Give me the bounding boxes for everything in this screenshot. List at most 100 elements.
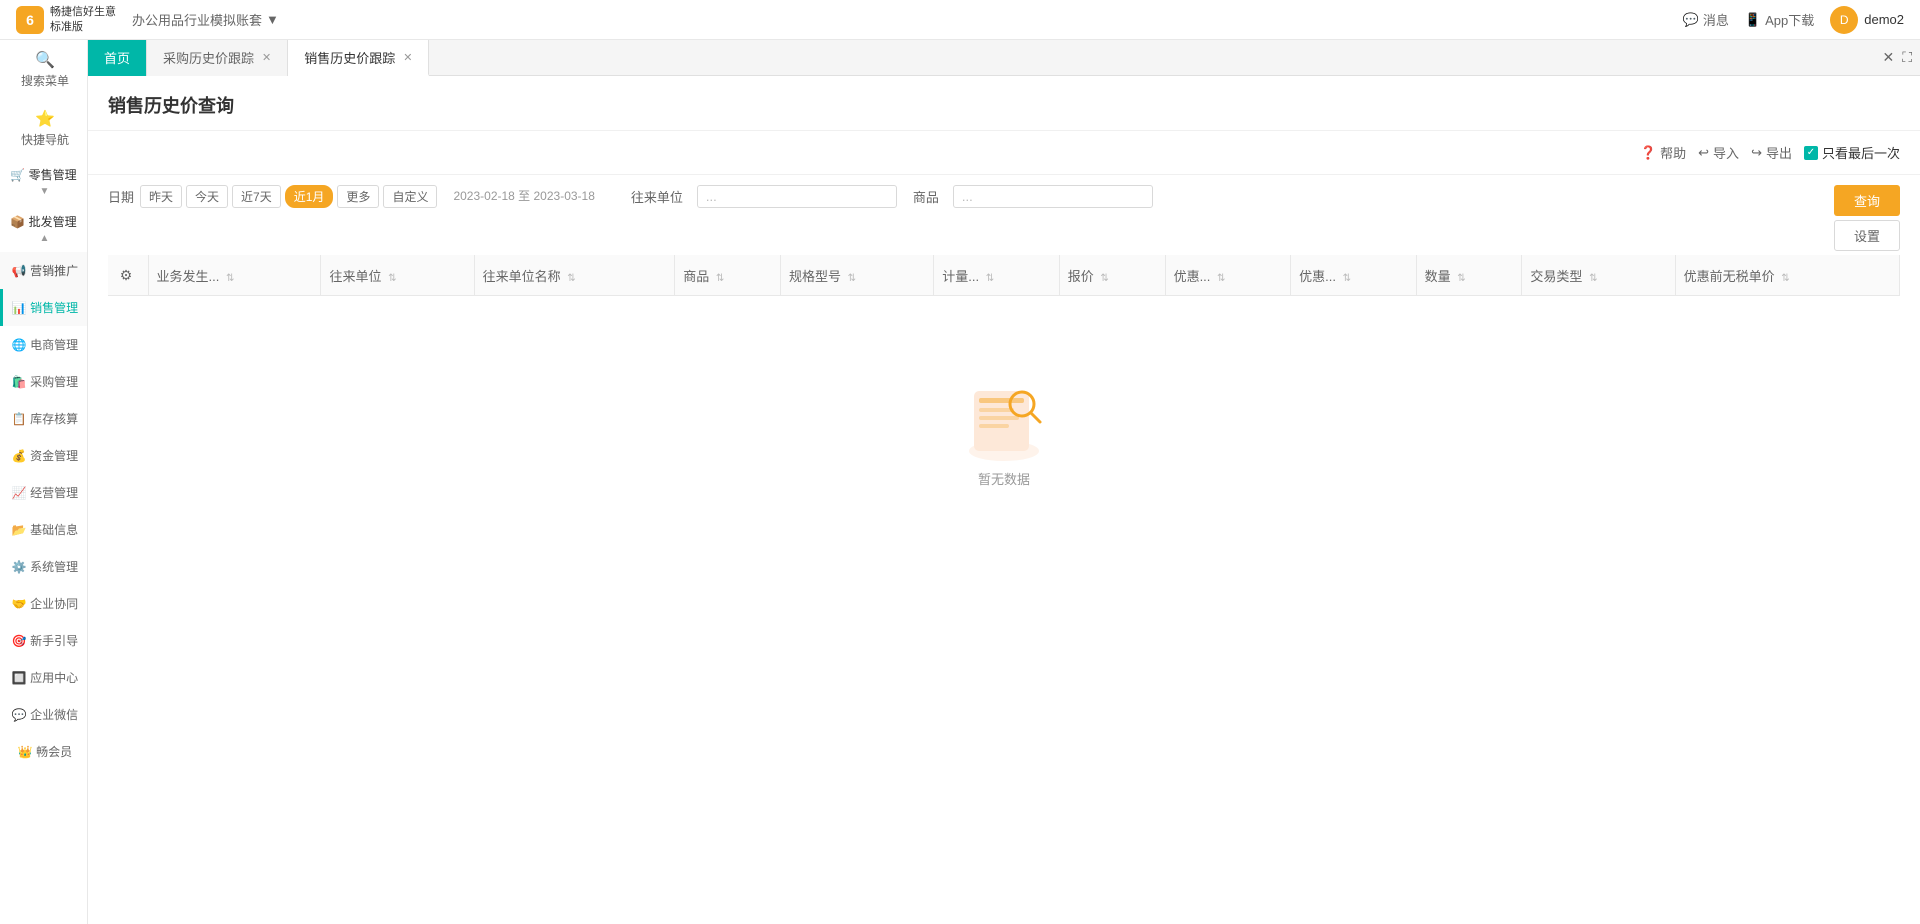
date-btn-7days[interactable]: 近7天 xyxy=(232,185,281,208)
sidebar-item-inventory[interactable]: 📋 库存核算 xyxy=(0,400,87,437)
counterparty-input[interactable]: ... xyxy=(697,185,897,208)
counterparty-filter: 往来单位 ... xyxy=(631,185,897,208)
col-counterparty-code[interactable]: 往来单位 ⇅ xyxy=(321,255,474,296)
sidebar: 🔍 搜索菜单 ⭐ 快捷导航 🛒 零售管理 ▼ 📦 批发管理 ▲ 📢 营销推广 📊… xyxy=(0,40,88,924)
sidebar-item-purchase[interactable]: 🛍️ 采购管理 xyxy=(0,363,87,400)
only-last-checkbox-label[interactable]: ✓ 只看最后一次 xyxy=(1804,143,1900,162)
sort-icon: ⇅ xyxy=(1217,273,1225,284)
content-area: 首页 采购历史价跟踪 ✕ 销售历史价跟踪 ✕ ✕ ⛶ 销售历史价查询 xyxy=(88,40,1920,924)
col-price[interactable]: 报价 ⇅ xyxy=(1059,255,1165,296)
help-button[interactable]: ❓ 帮助 xyxy=(1640,143,1686,162)
export-button[interactable]: ↪ 导出 xyxy=(1751,143,1792,162)
app-selector[interactable]: 办公用品行业模拟账套 ▼ xyxy=(124,6,287,33)
user-area[interactable]: D demo2 xyxy=(1830,6,1904,34)
sort-icon: ⇅ xyxy=(1781,273,1789,284)
sidebar-item-operations[interactable]: 📈 经营管理 xyxy=(0,474,87,511)
date-btn-more[interactable]: 更多 xyxy=(337,185,379,208)
sidebar-item-enterprise[interactable]: 🤝 企业协同 xyxy=(0,585,87,622)
chevron-up-icon: ▲ xyxy=(40,233,50,244)
sort-icon: ⇅ xyxy=(1457,273,1465,284)
top-bar-right: 💬 消息 📱 App下载 D demo2 xyxy=(1683,6,1904,34)
app-download-action[interactable]: 📱 App下载 xyxy=(1745,10,1814,29)
settings-button[interactable]: 设置 xyxy=(1834,220,1900,251)
crown-icon: 👑 xyxy=(18,745,33,759)
sidebar-item-marketing[interactable]: 📢 营销推广 xyxy=(0,252,87,289)
shopping-icon: 🛍️ xyxy=(12,375,27,389)
tab-sales-history[interactable]: 销售历史价跟踪 ✕ xyxy=(288,40,429,76)
import-icon: ↩ xyxy=(1698,145,1709,161)
only-last-checkbox[interactable]: ✓ xyxy=(1804,146,1818,160)
trend-icon: 📈 xyxy=(12,486,27,500)
sidebar-item-system[interactable]: ⚙️ 系统管理 xyxy=(0,548,87,585)
table-settings-icon[interactable]: ⚙ xyxy=(116,265,136,285)
tab-sales-close[interactable]: ✕ xyxy=(403,51,412,64)
col-pretax-price[interactable]: 优惠前无税单价 ⇅ xyxy=(1675,255,1899,296)
sort-icon: ⇅ xyxy=(986,273,994,284)
counterparty-label: 往来单位 xyxy=(631,187,683,206)
user-name: demo2 xyxy=(1864,12,1904,27)
sidebar-item-retail[interactable]: 🛒 零售管理 ▼ xyxy=(0,158,87,205)
empty-text: 暂无数据 xyxy=(978,469,1030,488)
tab-purchase-close[interactable]: ✕ xyxy=(262,51,271,64)
wechat-icon: 💬 xyxy=(12,708,27,722)
col-qty[interactable]: 数量 ⇅ xyxy=(1416,255,1522,296)
page-header: 销售历史价查询 xyxy=(88,76,1920,131)
col-spec[interactable]: 规格型号 ⇅ xyxy=(781,255,934,296)
data-table: ⚙ 业务发生... ⇅ 往来单位 ⇅ 往来单位名称 xyxy=(108,255,1900,296)
col-biz-date[interactable]: 业务发生... ⇅ xyxy=(148,255,321,296)
tab-close-all[interactable]: ✕ xyxy=(1882,49,1894,66)
sidebar-item-ecommerce[interactable]: 🌐 电商管理 xyxy=(0,326,87,363)
col-settings[interactable]: ⚙ xyxy=(108,255,148,296)
tab-purchase-history[interactable]: 采购历史价跟踪 ✕ xyxy=(147,40,288,76)
sidebar-item-wholesale[interactable]: 📦 批发管理 ▲ xyxy=(0,205,87,252)
sidebar-sub-wholesale: 📢 营销推广 📊 销售管理 xyxy=(0,252,87,326)
date-btn-yesterday[interactable]: 昨天 xyxy=(140,185,182,208)
sidebar-item-basics[interactable]: 📂 基础信息 xyxy=(0,511,87,548)
help-icon: ❓ xyxy=(1640,145,1656,161)
date-btn-today[interactable]: 今天 xyxy=(186,185,228,208)
sort-icon: ⇅ xyxy=(226,273,234,284)
date-filter: 日期 昨天 今天 近7天 近1月 更多 自定义 xyxy=(108,185,437,208)
chevron-down-icon: ▼ xyxy=(266,12,279,27)
handshake-icon: 🤝 xyxy=(12,597,27,611)
gear-icon: ⚙️ xyxy=(12,560,27,574)
search-icon: 🔍 xyxy=(7,50,83,70)
home-label: 首页 xyxy=(104,48,130,67)
product-filter: 商品 ... xyxy=(913,185,1153,208)
avatar: D xyxy=(1830,6,1858,34)
col-discount2[interactable]: 优惠... ⇅ xyxy=(1291,255,1417,296)
sidebar-item-wechat[interactable]: 💬 企业微信 xyxy=(0,696,87,733)
col-product[interactable]: 商品 ⇅ xyxy=(675,255,781,296)
import-button[interactable]: ↩ 导入 xyxy=(1698,143,1739,162)
message-action[interactable]: 💬 消息 xyxy=(1683,10,1729,29)
sort-icon: ⇅ xyxy=(1343,273,1351,284)
tab-home[interactable]: 首页 xyxy=(88,40,147,76)
col-unit[interactable]: 计量... ⇅ xyxy=(934,255,1060,296)
col-discount1[interactable]: 优惠... ⇅ xyxy=(1165,255,1291,296)
product-input[interactable]: ... xyxy=(953,185,1153,208)
top-bar: 6 畅捷信好生意 标准版 办公用品行业模拟账套 ▼ 💬 消息 📱 App下载 D… xyxy=(0,0,1920,40)
sort-icon: ⇅ xyxy=(1589,273,1597,284)
megaphone-icon: 📢 xyxy=(12,264,27,278)
sidebar-item-sales-mgmt[interactable]: 📊 销售管理 xyxy=(0,289,87,326)
col-trade-type[interactable]: 交易类型 ⇅ xyxy=(1522,255,1675,296)
sidebar-item-finance[interactable]: 💰 资金管理 xyxy=(0,437,87,474)
folder-icon: 📂 xyxy=(12,523,27,537)
mobile-icon: 📱 xyxy=(1745,12,1761,28)
sidebar-item-newbie[interactable]: 🎯 新手引导 xyxy=(0,622,87,659)
sidebar-item-search[interactable]: 🔍 搜索菜单 xyxy=(0,40,87,99)
product-label: 商品 xyxy=(913,187,939,206)
date-btn-1month[interactable]: 近1月 xyxy=(285,185,334,208)
sidebar-item-shortcut[interactable]: ⭐ 快捷导航 xyxy=(0,99,87,158)
date-label: 日期 xyxy=(108,187,134,206)
help-toolbar: ❓ 帮助 ↩ 导入 ↪ 导出 ✓ 只看最后一次 xyxy=(88,131,1920,175)
sidebar-item-appstore[interactable]: 🔲 应用中心 xyxy=(0,659,87,696)
tab-expand[interactable]: ⛶ xyxy=(1902,49,1912,66)
query-button[interactable]: 查询 xyxy=(1834,185,1900,216)
col-counterparty-name[interactable]: 往来单位名称 ⇅ xyxy=(474,255,675,296)
filter-row: 日期 昨天 今天 近7天 近1月 更多 自定义 2023-02-18 至 202… xyxy=(88,175,1920,255)
sort-icon: ⇅ xyxy=(848,273,856,284)
date-btn-custom[interactable]: 自定义 xyxy=(383,185,437,208)
retail-icon: 🛒 xyxy=(10,168,25,182)
sidebar-item-member[interactable]: 👑 畅会员 xyxy=(0,733,87,770)
